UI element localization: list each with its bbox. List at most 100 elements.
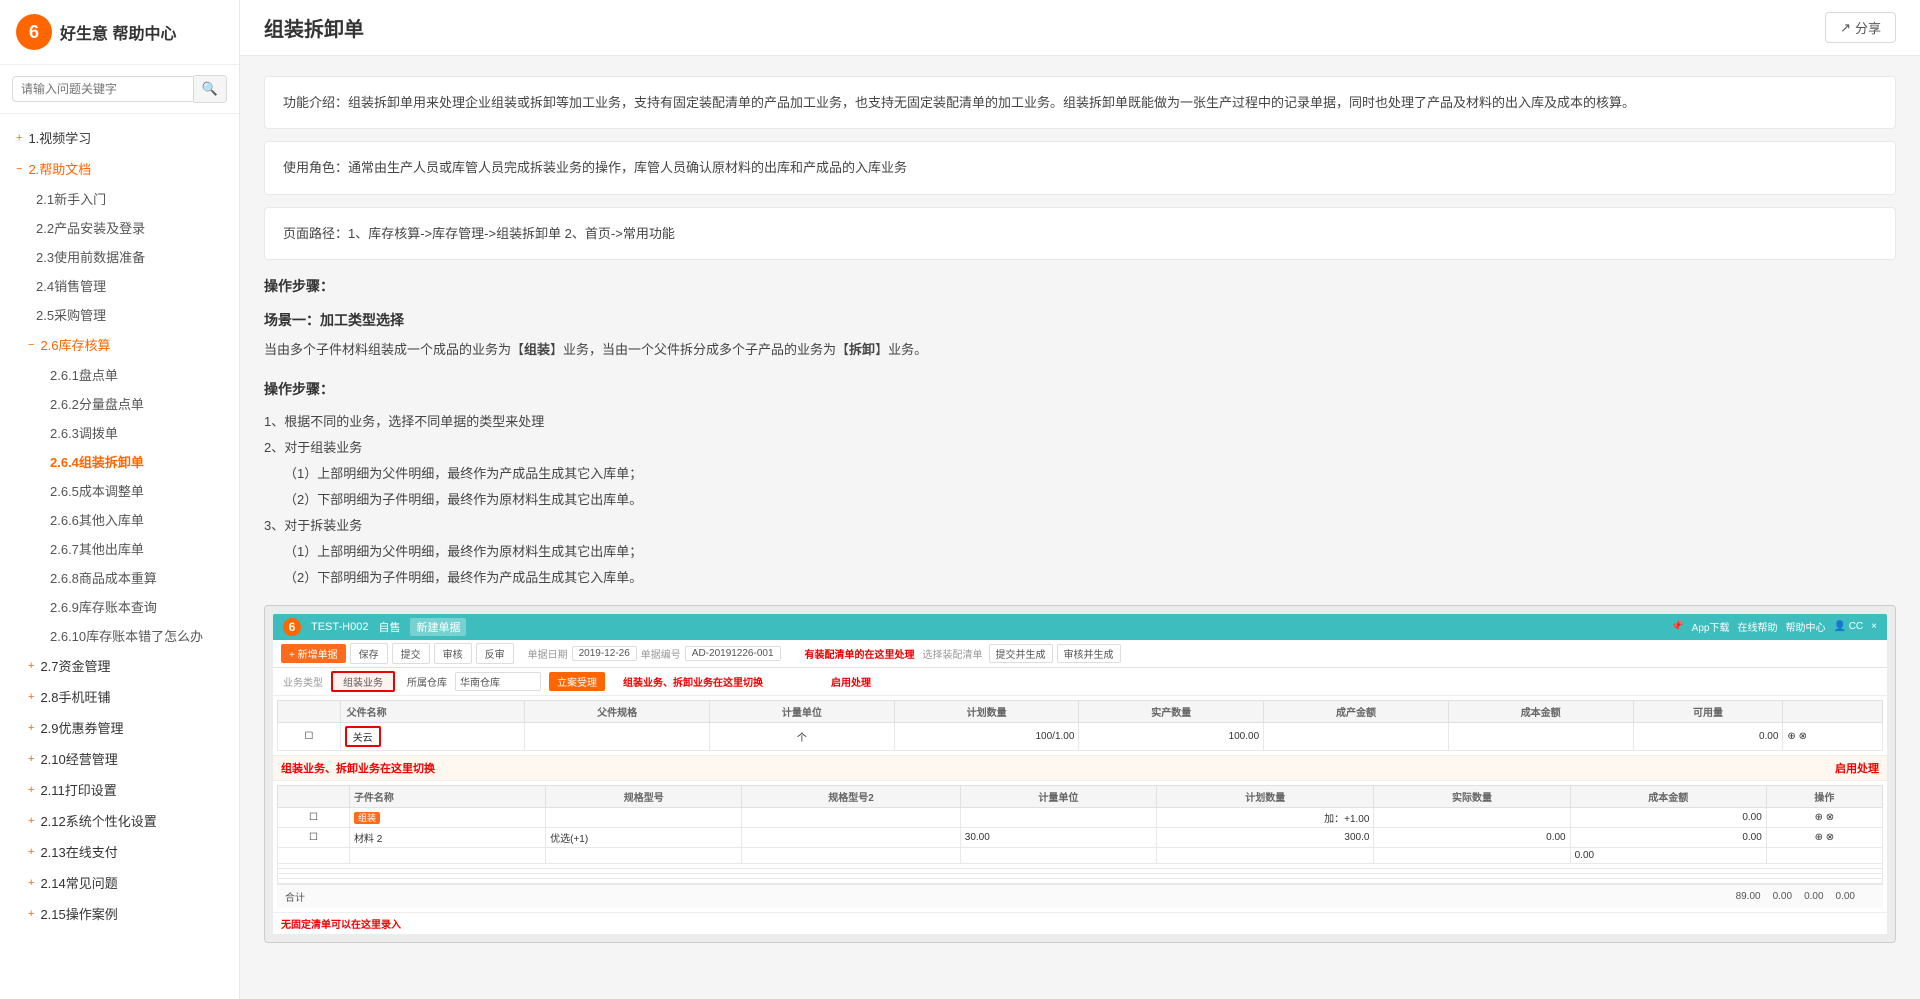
- sidebar-item-install[interactable]: 2.2产品安装及登录: [0, 213, 239, 242]
- sidebar-item-predata[interactable]: 2.3使用前数据准备: [0, 242, 239, 271]
- intro-block: 功能介绍：组装拆卸单用来处理企业组装或拆卸等加工业务，支持有固定装配清单的产品加…: [264, 76, 1896, 129]
- th-prod-amount: 成产金额: [1264, 700, 1449, 722]
- sidebar-item-268[interactable]: 2.6.8商品成本重算: [0, 563, 239, 592]
- annotation-row: 组装业务、拆卸业务在这里切换 启用处理: [273, 756, 1887, 781]
- sidebar-item-system[interactable]: + 2.12系统个性化设置: [0, 805, 239, 836]
- sidebar-item-mobile[interactable]: + 2.8手机旺铺: [0, 681, 239, 712]
- mock-btn-new[interactable]: + 新增单据: [281, 644, 346, 663]
- mock-btn-reverse[interactable]: 反审: [476, 643, 514, 664]
- th-c-op: 操作: [1766, 785, 1882, 807]
- mock-sub-toolbar: + 新增单据 保存 提交 审核 反审 单据日期 2019-12-26 单据编号 …: [273, 640, 1887, 668]
- mock-parent-table: 父件名称 父件规格 计量单位 计划数量 实产数量 成产金额 成本金额 可用量: [277, 700, 1883, 751]
- mock-nav-item1: 自售: [378, 619, 400, 635]
- sidebar-item-264[interactable]: 2.6.4组装拆卸单: [0, 447, 239, 476]
- td-c1-spec1: [546, 807, 742, 827]
- mock-btn-submit[interactable]: 提交: [392, 643, 430, 664]
- step3-1: （1）上部明细为父件明细，最终作为原材料生成其它出库单；: [264, 539, 1896, 565]
- td-c3-cost: 0.00: [1570, 847, 1766, 863]
- mock-btn-select-bom[interactable]: 选择装配清单: [923, 646, 983, 661]
- mock-nav-item2: 新建单据: [410, 618, 466, 636]
- td-c7: [278, 878, 1883, 883]
- sidebar-item-2610[interactable]: 2.6.10库存账本错了怎么办: [0, 621, 239, 650]
- td-spec-1: [525, 722, 710, 750]
- screenshot-container: 6 TEST-H002 自售 新建单据 📌 App下载 在线帮助 帮助中心 👤 …: [264, 605, 1896, 943]
- th-available: 可用量: [1633, 700, 1783, 722]
- main-content: 组装拆卸单 ↗ 分享 功能介绍：组装拆卸单用来处理企业组装或拆卸等加工业务，支持…: [240, 0, 1920, 999]
- td-c2-name: 材料 2: [349, 827, 545, 847]
- page-title: 组装拆卸单: [264, 13, 364, 42]
- parent-name-input[interactable]: 关云: [345, 726, 381, 747]
- td-check-1[interactable]: ☐: [278, 722, 341, 750]
- td-c3-actual: [1374, 847, 1570, 863]
- td-c1-check[interactable]: ☐: [278, 807, 350, 827]
- mock-btn-approve[interactable]: 审核: [434, 643, 472, 664]
- table-row: ☐ 组装 加：+1.00 0.00 ⊕ ⊗: [278, 807, 1883, 827]
- sidebar-item-stock[interactable]: − 2.6库存核算: [0, 329, 239, 360]
- td-c1-op[interactable]: ⊕ ⊗: [1766, 807, 1882, 827]
- sidebar-item-ops[interactable]: + 2.10经营管理: [0, 743, 239, 774]
- topbar: 组装拆卸单 ↗ 分享: [240, 0, 1920, 56]
- mock-btn-save[interactable]: 保存: [350, 643, 388, 664]
- td-c2-check[interactable]: ☐: [278, 827, 350, 847]
- td-c1-plan: 加：+1.00: [1156, 807, 1373, 827]
- mock-parent-table-area: 父件名称 父件规格 计量单位 计划数量 实产数量 成产金额 成本金额 可用量: [273, 696, 1887, 756]
- sidebar-label-docs: 2.帮助文档: [28, 159, 91, 178]
- search-area: 🔍: [0, 65, 239, 114]
- mock-close[interactable]: ×: [1871, 621, 1877, 632]
- annotation-enable2: 启用处理: [1835, 760, 1879, 776]
- td-c1-type-badge: 组装: [354, 812, 380, 824]
- sidebar-item-267[interactable]: 2.6.7其他出库单: [0, 534, 239, 563]
- sidebar-item-269[interactable]: 2.6.9库存账本查询: [0, 592, 239, 621]
- sidebar-item-video[interactable]: + 1.视频学习: [0, 122, 239, 153]
- mock-docno-value: AD-20191226-001: [685, 646, 781, 661]
- td-c1-actual: [1374, 807, 1570, 827]
- sidebar-item-coupon[interactable]: + 2.9优惠券管理: [0, 712, 239, 743]
- mock-app-outer: 6 TEST-H002 自售 新建单据 📌 App下载 在线帮助 帮助中心 👤 …: [265, 606, 1895, 942]
- sidebar-item-262[interactable]: 2.6.2分量盘点单: [0, 389, 239, 418]
- mock-child-table: 子件名称 规格型号 规格型号2 计量单位 计划数量 实际数量 成本金额 操作: [277, 785, 1883, 884]
- sidebar-item-pay[interactable]: + 2.13在线支付: [0, 836, 239, 867]
- share-button[interactable]: ↗ 分享: [1825, 12, 1896, 43]
- search-button[interactable]: 🔍: [194, 75, 227, 103]
- steps-title: 操作步骤：: [264, 379, 1896, 399]
- footer-val1: 89.00: [1736, 891, 1761, 902]
- sidebar-item-sales[interactable]: 2.4销售管理: [0, 271, 239, 300]
- mock-btn-approve2[interactable]: 审核并生成: [1057, 644, 1121, 663]
- th-plan-qty: 计划数量: [894, 700, 1079, 722]
- sidebar-item-265[interactable]: 2.6.5成本调整单: [0, 476, 239, 505]
- sidebar-item-finance[interactable]: + 2.7资金管理: [0, 650, 239, 681]
- mock-table-footer: 合计 89.00 0.00 0.00 0.00: [277, 884, 1883, 908]
- mock-dept-input[interactable]: 华南仓库: [455, 672, 541, 691]
- mock-btn-submit2[interactable]: 提交并生成: [989, 644, 1053, 663]
- sidebar-item-cases[interactable]: + 2.15操作案例: [0, 898, 239, 929]
- sidebar-item-263[interactable]: 2.6.3调拨单: [0, 418, 239, 447]
- mock-child-table-area: 子件名称 规格型号 规格型号2 计量单位 计划数量 实际数量 成本金额 操作: [273, 781, 1887, 912]
- td-name-1: 关云: [340, 722, 525, 750]
- mock-btn-confirm[interactable]: 立案受理: [549, 672, 605, 691]
- td-cost-1: [1448, 722, 1633, 750]
- sidebar-item-docs[interactable]: − 2.帮助文档: [0, 153, 239, 184]
- steps-list: 1、根据不同的业务，选择不同单据的类型来处理 2、对于组装业务 （1）上部明细为…: [264, 409, 1896, 591]
- mock-type-row: 业务类型 组装业务 所属仓库 华南仓库 立案受理 组装业务、拆卸业务在这里切换 …: [273, 668, 1887, 696]
- path-text: 页面路径：1、库存核算->库存管理->组装拆卸单 2、首页->常用功能: [283, 222, 1877, 245]
- th-c-cost: 成本金额: [1570, 785, 1766, 807]
- annotation-no-bom: 无固定清单可以在这里录入: [281, 920, 401, 931]
- sidebar-item-261[interactable]: 2.6.1盘点单: [0, 360, 239, 389]
- footer-val2: 0.00: [1773, 891, 1792, 902]
- td-unit-1: 个: [710, 722, 895, 750]
- td-c3-spec2: [742, 847, 960, 863]
- sidebar-item-newbie[interactable]: 2.1新手入门: [0, 184, 239, 213]
- sidebar-item-print[interactable]: + 2.11打印设置: [0, 774, 239, 805]
- scene1-title: 场景一：加工类型选择: [264, 310, 1896, 330]
- td-c2-spec1: 优选(+1): [546, 827, 742, 847]
- sidebar-item-purchase[interactable]: 2.5采购管理: [0, 300, 239, 329]
- sidebar-item-faq[interactable]: + 2.14常见问题: [0, 867, 239, 898]
- footer-val4: 0.00: [1836, 891, 1855, 902]
- mock-type-select[interactable]: 组装业务: [331, 671, 395, 692]
- mock-titlebar-right: 📌 App下载 在线帮助 帮助中心 👤 CC ×: [1671, 619, 1877, 634]
- mock-titlebar-left: 6 TEST-H002 自售 新建单据: [283, 618, 466, 636]
- sidebar-item-266[interactable]: 2.6.6其他入库单: [0, 505, 239, 534]
- td-c2-op[interactable]: ⊕ ⊗: [1766, 827, 1882, 847]
- search-input[interactable]: [12, 76, 194, 102]
- th-unit: 计量单位: [710, 700, 895, 722]
